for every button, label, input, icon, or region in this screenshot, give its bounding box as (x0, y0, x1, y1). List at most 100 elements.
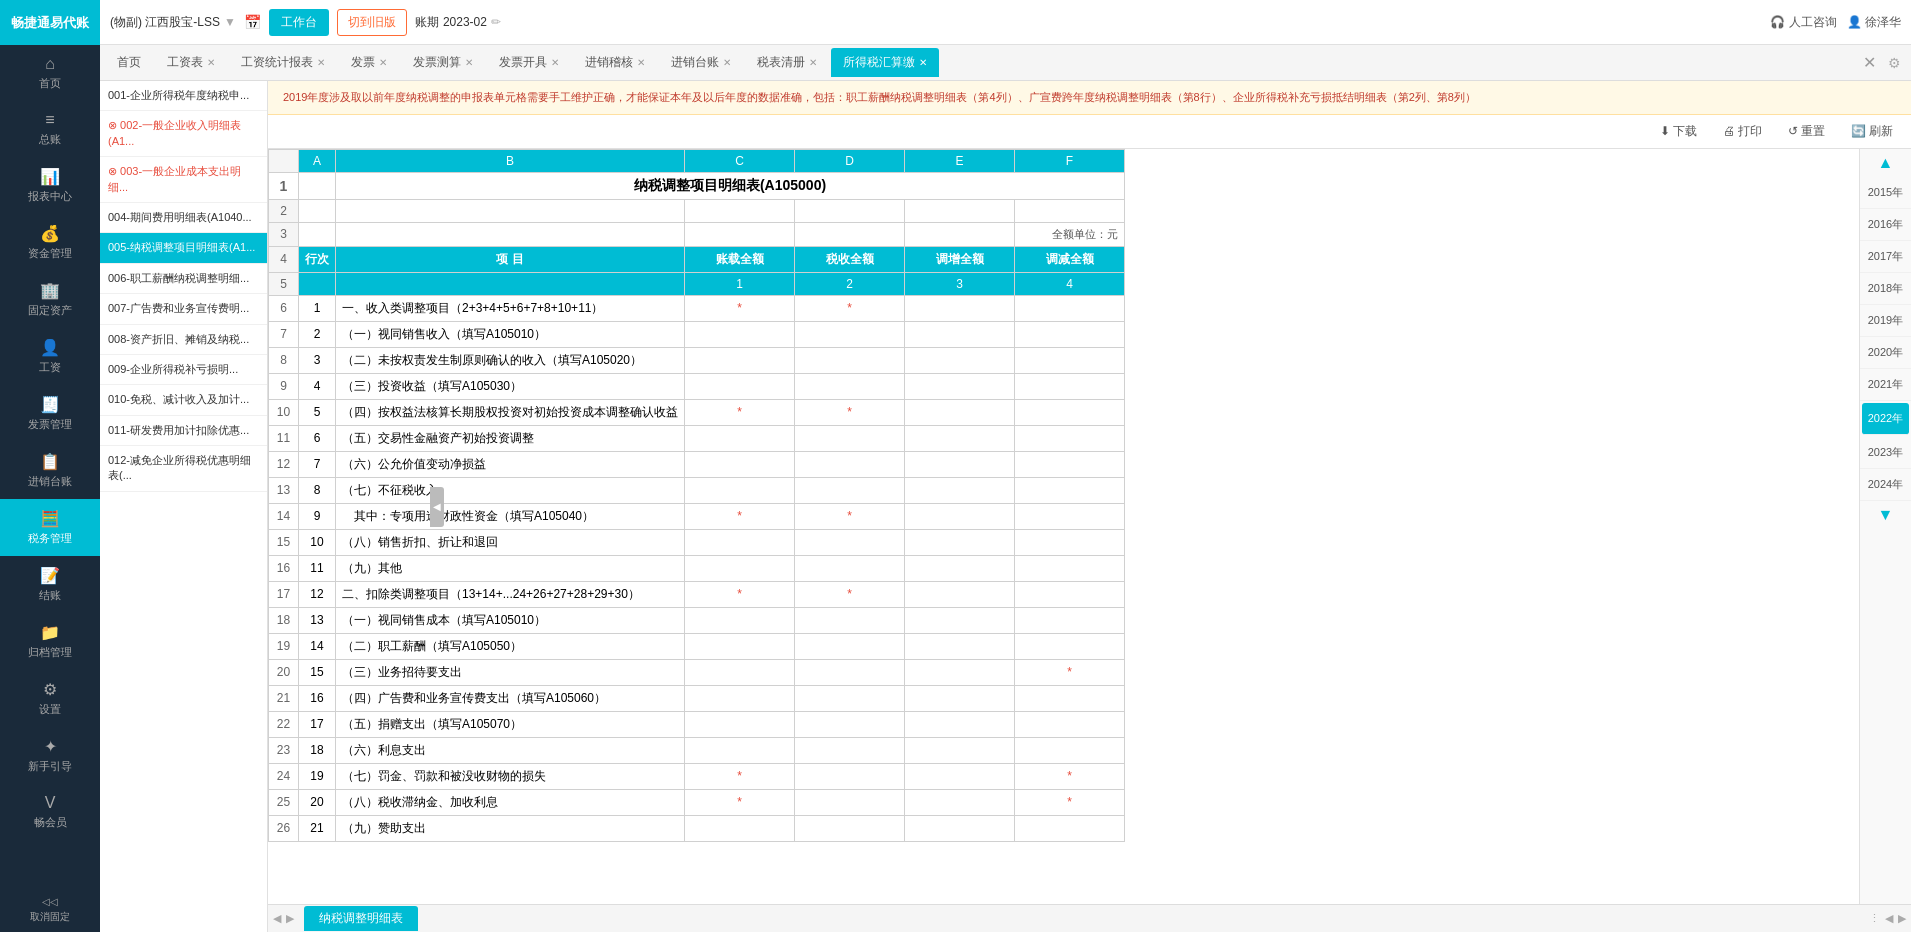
cell[interactable]: * (685, 581, 795, 607)
cell[interactable] (685, 347, 795, 373)
file-item-002[interactable]: ⊗ 002-一般企业收入明细表(A1... (100, 111, 267, 157)
item-text[interactable]: 其中：专项用途财政性资金（填写A105040） (336, 503, 685, 529)
sidebar-item-report[interactable]: 📊 报表中心 (0, 157, 100, 214)
cell[interactable] (1015, 581, 1125, 607)
tab-invoice-calc[interactable]: 发票测算 ✕ (401, 48, 485, 77)
cell[interactable] (795, 555, 905, 581)
sidebar-item-ledger[interactable]: ≡ 总账 (0, 101, 100, 157)
cell[interactable] (905, 607, 1015, 633)
cell[interactable] (1015, 399, 1125, 425)
period-selector[interactable]: 账期 2023-02 ✏ (415, 14, 501, 31)
scroll-right-icon[interactable]: ▶ (286, 912, 294, 925)
company-selector[interactable]: (物副) 江西股宝-LSS ▼ (110, 14, 236, 31)
tab-payroll[interactable]: 工资表 ✕ (155, 48, 227, 77)
file-item-009[interactable]: 009-企业所得税补亏损明... (100, 355, 267, 385)
reset-button[interactable]: ↺ 重置 (1780, 120, 1833, 143)
item-text[interactable]: （五）交易性金融资产初始投资调整 (336, 425, 685, 451)
cell[interactable] (905, 763, 1015, 789)
back-button[interactable]: 切到旧版 (337, 9, 407, 36)
cell[interactable] (1015, 555, 1125, 581)
cell[interactable] (1015, 373, 1125, 399)
tab-tax-clear[interactable]: 税表清册 ✕ (745, 48, 829, 77)
cell[interactable]: * (685, 399, 795, 425)
cell[interactable] (905, 425, 1015, 451)
cell[interactable] (685, 815, 795, 841)
tab-close-icon[interactable]: ✕ (919, 57, 927, 68)
cell[interactable] (1015, 633, 1125, 659)
year-2023[interactable]: 2023年 (1860, 437, 1911, 469)
cell[interactable] (795, 789, 905, 815)
file-item-006[interactable]: 006-职工薪酬纳税调整明细... (100, 264, 267, 294)
sidebar-item-settlement[interactable]: 📝 结账 (0, 556, 100, 613)
toggle-panel-button[interactable]: ◀ (430, 487, 444, 527)
cell[interactable] (795, 529, 905, 555)
year-2019[interactable]: 2019年 (1860, 305, 1911, 337)
cell[interactable] (685, 529, 795, 555)
cell[interactable] (1015, 321, 1125, 347)
cell[interactable] (1015, 529, 1125, 555)
sidebar-item-invoice-mgmt[interactable]: 🧾 发票管理 (0, 385, 100, 442)
cell[interactable] (1015, 503, 1125, 529)
cell[interactable] (905, 815, 1015, 841)
sidebar-item-archive[interactable]: 📁 归档管理 (0, 613, 100, 670)
item-text[interactable]: （四）按权益法核算长期股权投资对初始投资成本调整确认收益 (336, 399, 685, 425)
tab-close-icon[interactable]: ✕ (637, 57, 645, 68)
cell[interactable]: * (1015, 789, 1125, 815)
cell[interactable] (685, 633, 795, 659)
item-text[interactable]: （三）业务招待要支出 (336, 659, 685, 685)
sidebar-item-vip[interactable]: V 畅会员 (0, 784, 100, 840)
calendar-icon[interactable]: 📅 (244, 14, 261, 30)
year-2016[interactable]: 2016年 (1860, 209, 1911, 241)
sidebar-item-guide[interactable]: ✦ 新手引导 (0, 727, 100, 784)
cell[interactable] (1015, 477, 1125, 503)
year-2024[interactable]: 2024年 (1860, 469, 1911, 501)
item-text[interactable]: （四）广告费和业务宣传费支出（填写A105060） (336, 685, 685, 711)
cell[interactable] (1015, 347, 1125, 373)
cell[interactable] (905, 347, 1015, 373)
file-item-008[interactable]: 008-资产折旧、摊销及纳税... (100, 325, 267, 355)
year-down-button[interactable]: ▼ (1860, 501, 1911, 529)
item-text[interactable]: （九）赞助支出 (336, 815, 685, 841)
tab-invoice-open[interactable]: 发票开具 ✕ (487, 48, 571, 77)
item-text[interactable]: 二、扣除类调整项目（13+14+...24+26+27+28+29+30） (336, 581, 685, 607)
settings-tab-icon[interactable]: ⚙ (1883, 55, 1906, 71)
item-text[interactable]: （八）税收滞纳金、加收利息 (336, 789, 685, 815)
cell[interactable] (795, 633, 905, 659)
cell[interactable]: * (795, 399, 905, 425)
cell[interactable] (685, 477, 795, 503)
cell[interactable]: * (795, 503, 905, 529)
tab-home[interactable]: 首页 (105, 48, 153, 77)
file-item-007[interactable]: 007-广告费和业务宣传费明... (100, 294, 267, 324)
print-button[interactable]: 🖨 打印 (1715, 120, 1770, 143)
item-text[interactable]: （九）其他 (336, 555, 685, 581)
cell[interactable] (905, 373, 1015, 399)
bottom-tab-adjust[interactable]: 纳税调整明细表 (304, 906, 418, 931)
workbench-button[interactable]: 工作台 (269, 9, 329, 36)
year-2020[interactable]: 2020年 (1860, 337, 1911, 369)
item-text[interactable]: 一、收入类调整项目（2+3+4+5+6+7+8+10+11） (336, 295, 685, 321)
cell[interactable] (905, 711, 1015, 737)
cell[interactable] (905, 477, 1015, 503)
cell[interactable] (1015, 737, 1125, 763)
cell[interactable] (1015, 685, 1125, 711)
tab-close-icon[interactable]: ✕ (465, 57, 473, 68)
cell[interactable] (1015, 451, 1125, 477)
cell[interactable] (685, 373, 795, 399)
more-icon[interactable]: ⋮ (1869, 912, 1880, 925)
cell[interactable] (795, 607, 905, 633)
cell[interactable] (905, 529, 1015, 555)
tab-close-icon[interactable]: ✕ (809, 57, 817, 68)
cell[interactable] (685, 451, 795, 477)
tab-close-icon[interactable]: ✕ (551, 57, 559, 68)
year-2021[interactable]: 2021年 (1860, 369, 1911, 401)
cell[interactable] (795, 373, 905, 399)
cell[interactable] (795, 321, 905, 347)
item-text[interactable]: （六）公允价值变动净损益 (336, 451, 685, 477)
cell[interactable] (795, 815, 905, 841)
unpin-button[interactable]: ◁◁ 取消固定 (0, 888, 100, 932)
cell[interactable] (795, 347, 905, 373)
cell[interactable] (685, 607, 795, 633)
cell[interactable] (905, 451, 1015, 477)
item-text[interactable]: （二）未按权责发生制原则确认的收入（填写A105020） (336, 347, 685, 373)
year-2018[interactable]: 2018年 (1860, 273, 1911, 305)
